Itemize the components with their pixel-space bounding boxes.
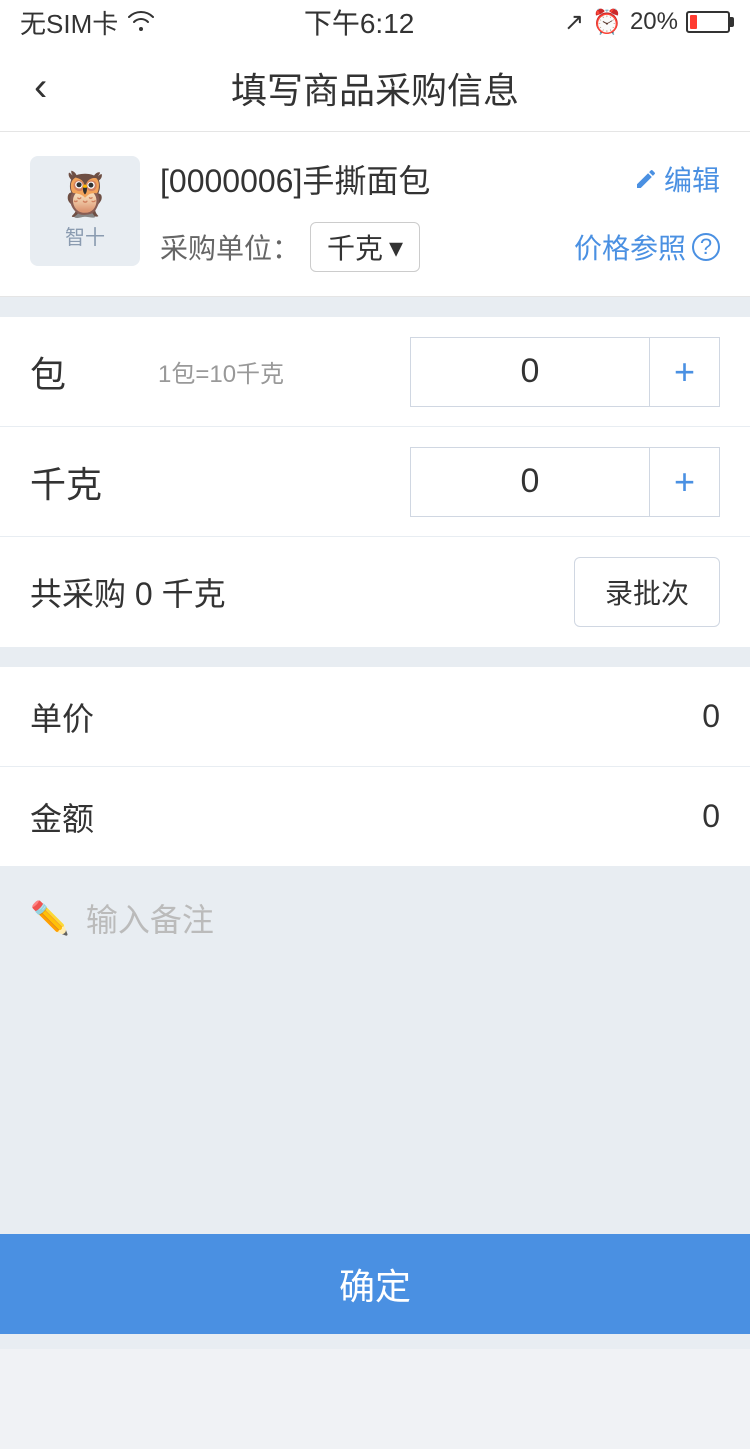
kg-plus-icon: + — [674, 461, 695, 503]
package-value: 0 — [521, 352, 540, 391]
status-bar: 无SIM卡 下午6:12 ↗ ⏰ 20% — [0, 0, 750, 44]
edit-label: 编辑 — [664, 159, 720, 199]
pencil-icon: ✏️ — [30, 899, 70, 937]
price-ref-label: 价格参照 — [574, 227, 686, 267]
wifi-icon — [128, 7, 154, 38]
confirm-label: 确定 — [339, 1258, 411, 1310]
section-divider-2 — [0, 647, 750, 667]
kg-row: 千克 0 + — [0, 427, 750, 537]
product-name: [0000006]手撕面包 — [160, 156, 430, 202]
amount-value: 0 — [702, 798, 720, 835]
total-row: 共采购 0 千克 录批次 — [0, 537, 750, 647]
back-button[interactable]: ‹ — [24, 55, 57, 120]
unit-row: 采购单位： 千克 ▾ — [160, 222, 420, 272]
amount-row: 金额 0 — [0, 767, 750, 867]
unit-price-value: 0 — [702, 698, 720, 735]
price-ref-button[interactable]: 价格参照 ? — [574, 227, 720, 267]
price-section: 单价 0 金额 0 — [0, 667, 750, 867]
chevron-down-icon: ▾ — [389, 231, 403, 264]
package-row: 包 1包=10千克 0 + — [0, 317, 750, 427]
battery-percent: 20% — [630, 8, 678, 36]
package-input-area: 0 + — [284, 337, 720, 407]
product-info: [0000006]手撕面包 编辑 采购单位： 千克 ▾ 价格 — [160, 156, 720, 272]
amount-label: 金额 — [30, 794, 94, 840]
package-input[interactable]: 0 — [410, 337, 650, 407]
total-text: 共采购 0 千克 — [30, 569, 226, 615]
location-icon: ↗ — [564, 8, 584, 37]
package-sub: 1包=10千克 — [158, 354, 284, 389]
product-card: 🦉 智十 [0000006]手撕面包 编辑 采购单位： 千克 — [0, 132, 750, 297]
note-section[interactable]: ✏️ 输入备注 — [0, 867, 750, 969]
unit-price-label: 单价 — [30, 694, 94, 740]
unit-select[interactable]: 千克 ▾ — [310, 222, 420, 272]
batch-button[interactable]: 录批次 — [574, 557, 720, 627]
page-title: 填写商品采购信息 — [231, 62, 519, 114]
note-placeholder: 输入备注 — [86, 895, 214, 941]
kg-input-area: 0 + — [150, 447, 720, 517]
status-time: 下午6:12 — [304, 2, 415, 42]
help-icon: ? — [692, 233, 720, 261]
unit-value: 千克 — [327, 227, 383, 267]
kg-value: 0 — [521, 462, 540, 501]
brand-text: 智十 — [65, 221, 105, 250]
battery-icon — [686, 11, 730, 33]
batch-btn-label: 录批次 — [605, 578, 689, 609]
status-right: ↗ ⏰ 20% — [564, 8, 730, 37]
package-label: 包 — [30, 346, 150, 398]
product-logo-icon: 🦉 — [58, 173, 113, 217]
nav-bar: ‹ 填写商品采购信息 — [0, 44, 750, 132]
form-section: 包 1包=10千克 0 + 千克 0 + — [0, 317, 750, 537]
kg-input[interactable]: 0 — [410, 447, 650, 517]
unit-label: 采购单位： — [160, 227, 300, 267]
carrier-text: 无SIM卡 — [20, 4, 118, 41]
package-plus-button[interactable]: + — [650, 337, 720, 407]
edit-button[interactable]: 编辑 — [634, 159, 720, 199]
plus-icon: + — [674, 351, 695, 393]
kg-label: 千克 — [30, 456, 150, 508]
status-left: 无SIM卡 — [20, 4, 154, 41]
section-divider-1 — [0, 297, 750, 317]
confirm-button[interactable]: 确定 — [0, 1234, 750, 1334]
alarm-icon: ⏰ — [592, 8, 622, 37]
kg-plus-button[interactable]: + — [650, 447, 720, 517]
unit-price-row: 单价 0 — [0, 667, 750, 767]
product-image: 🦉 智十 — [30, 156, 140, 266]
